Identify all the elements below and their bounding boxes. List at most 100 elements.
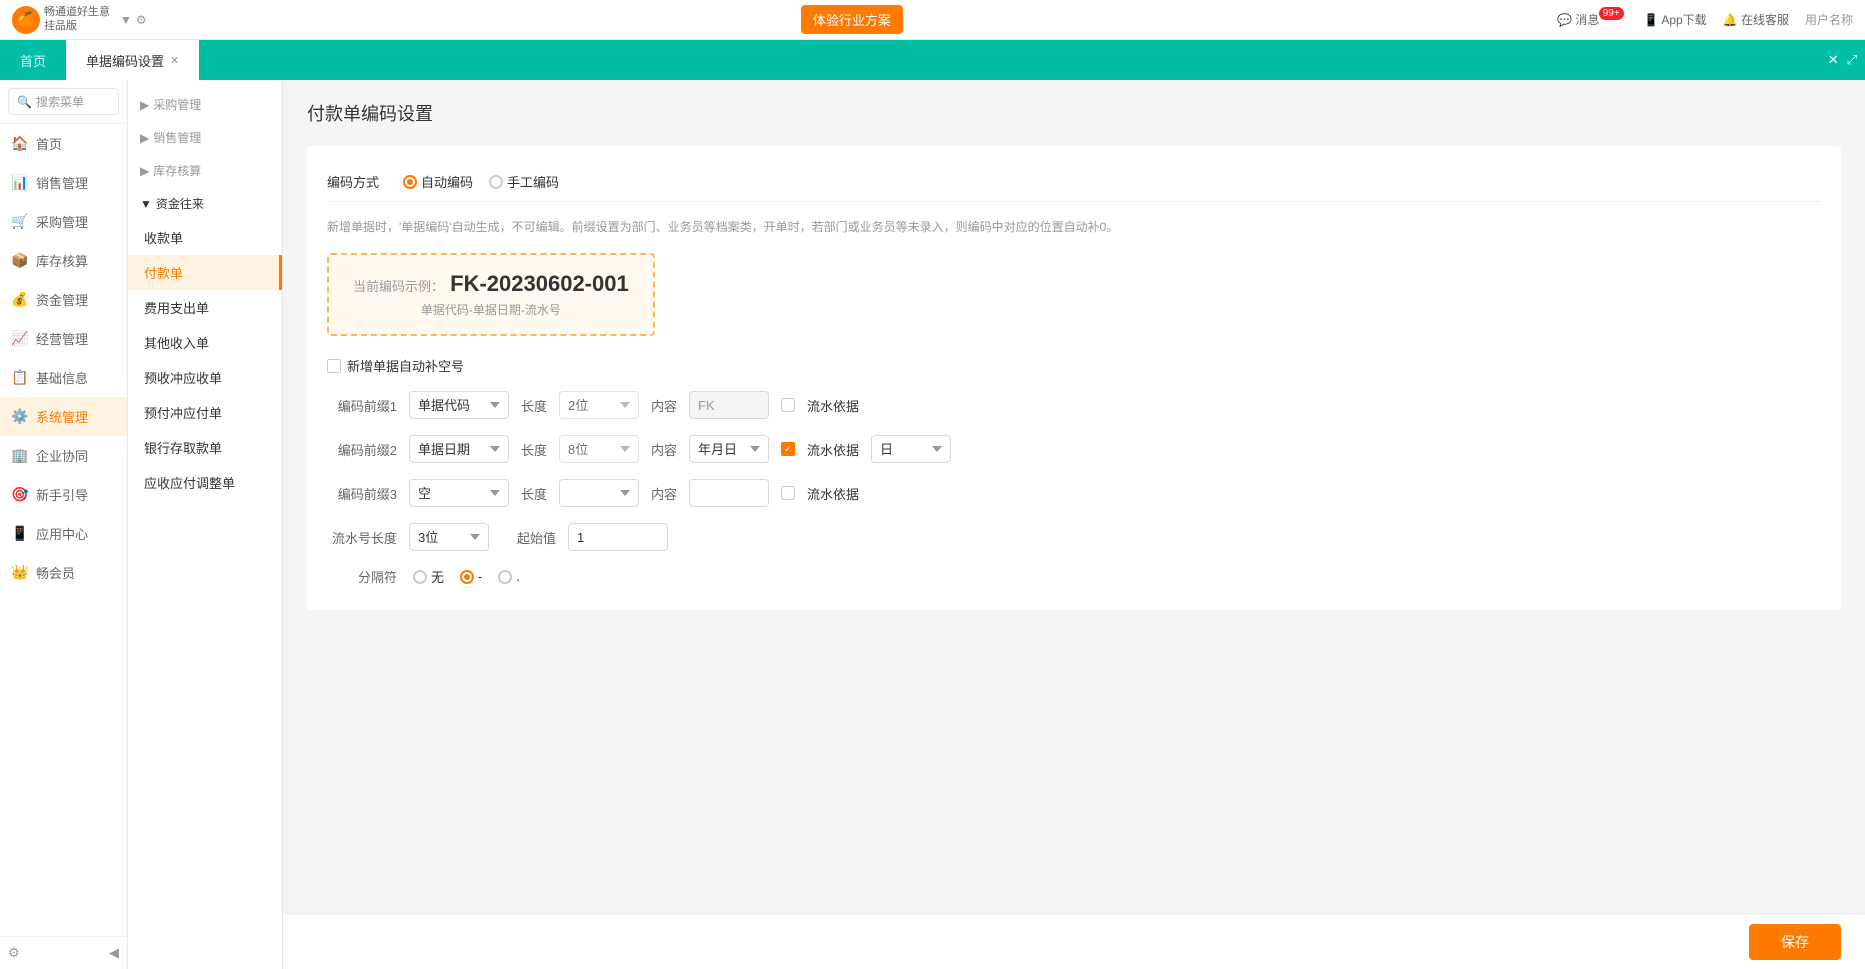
prefix3-length-select[interactable] <box>559 479 639 507</box>
auto-fill-checkbox[interactable] <box>327 359 341 373</box>
tab-home[interactable]: 首页 <box>0 40 66 80</box>
manual-encode-radio[interactable] <box>489 175 503 189</box>
content-footer: 保存 <box>283 913 1865 969</box>
serial-row: 流水号长度 3位 起始值 <box>327 523 1821 551</box>
prefix2-serial-label: 流水依据 <box>807 440 859 459</box>
nav-tab-controls: ✕ ⤢ <box>1828 52 1865 68</box>
sidebar-item-finance[interactable]: 💰 资金管理 <box>0 280 127 319</box>
prefix2-content-label: 内容 <box>651 440 677 459</box>
sidebar-item-basic-info[interactable]: 📋 基础信息 <box>0 358 127 397</box>
sidebar-bottom: ⚙ ◀ <box>0 936 127 969</box>
prefix2-period-select[interactable]: 日 <box>871 435 951 463</box>
sep-dash-radio[interactable] <box>460 570 474 584</box>
sidebar-item-member[interactable]: 👑 畅会员 <box>0 553 127 592</box>
minimize-icon[interactable]: ✕ <box>1828 52 1839 68</box>
prefix3-length-label: 长度 <box>521 484 547 503</box>
sidebar-item-enterprise[interactable]: 🏢 企业协同 <box>0 436 127 475</box>
prefix2-length-select[interactable]: 8位 <box>559 435 639 463</box>
prefix1-select[interactable]: 单据代码 <box>409 391 509 419</box>
sidebar-expense[interactable]: 费用支出单 <box>128 290 282 325</box>
sidebar-item-inventory[interactable]: 📦 库存核算 <box>0 241 127 280</box>
search-menu-btn[interactable]: 🔍 搜索菜单 <box>8 88 119 115</box>
operations-icon: 📈 <box>12 331 28 347</box>
info-text: 新增单据时，'单据编码'自动生成，不可编辑。前缀设置为部门、业务员等档案类，开单… <box>327 218 1821 237</box>
sidebar-settings-icon[interactable]: ⚙ <box>8 945 20 961</box>
sidebar-item-operations[interactable]: 📈 经营管理 <box>0 319 127 358</box>
chevron-down-icon: ▼ <box>140 197 152 211</box>
sidebar-other-income[interactable]: 其他收入单 <box>128 325 282 360</box>
start-value-label: 起始值 <box>517 528 556 547</box>
sidebar-ap-adjustment[interactable]: 应收应付调整单 <box>128 465 282 500</box>
save-button[interactable]: 保存 <box>1749 924 1841 960</box>
encoding-method-label: 编码方式 <box>327 172 379 191</box>
prefix2-content-select[interactable]: 年月日 <box>689 435 769 463</box>
sep-none-option[interactable]: 无 <box>413 567 444 586</box>
auto-encode-radio[interactable] <box>403 175 417 189</box>
purchase-icon: 🛒 <box>12 214 28 230</box>
sidebar-item-guide[interactable]: 🎯 新手引导 <box>0 475 127 514</box>
online-service-link[interactable]: 🔔 在线客服 <box>1723 11 1789 28</box>
message-link[interactable]: 💬 消息 99+ <box>1557 11 1628 28</box>
app-download-link[interactable]: 📱 App下载 <box>1644 11 1707 28</box>
basic-info-icon: 📋 <box>12 370 28 386</box>
user-name[interactable]: 用户名称 <box>1805 11 1853 28</box>
sidebar: 🔍 搜索菜单 🏠 首页 📊 销售管理 🛒 采购管理 📦 库存核算 💰 <box>0 80 128 969</box>
auto-encode-option[interactable]: 自动编码 <box>403 172 473 191</box>
preview-code: 当前编码示例： FK-20230602-001 <box>353 271 629 297</box>
breadcrumb: ▼ ⚙ <box>120 13 147 27</box>
maximize-icon[interactable]: ⤢ <box>1847 52 1857 68</box>
experience-btn[interactable]: 体验行业方案 <box>801 5 903 34</box>
tab-encoding[interactable]: 单据编码设置 ✕ <box>66 40 199 80</box>
separator-label: 分隔符 <box>327 567 397 586</box>
sep-dash-option[interactable]: - <box>460 569 482 584</box>
sep-none-radio[interactable] <box>413 570 427 584</box>
sidebar-item-system[interactable]: ⚙️ 系统管理 <box>0 397 127 436</box>
main-layout: 🔍 搜索菜单 🏠 首页 📊 销售管理 🛒 采购管理 📦 库存核算 💰 <box>0 80 1865 969</box>
tab-close-icon[interactable]: ✕ <box>170 54 179 67</box>
prefix1-content-input[interactable] <box>689 391 769 419</box>
prefix1-row: 编码前缀1 单据代码 长度 2位 内容 流水依据 <box>327 391 1821 419</box>
serial-length-select[interactable]: 3位 <box>409 523 489 551</box>
sep-dot-option[interactable]: . <box>498 569 520 584</box>
app-center-icon: 📱 <box>12 526 28 542</box>
sidebar-advance-receivable[interactable]: 预收冲应收单 <box>128 360 282 395</box>
manual-encode-option[interactable]: 手工编码 <box>489 172 559 191</box>
guide-icon: 🎯 <box>12 487 28 503</box>
sidebar-item-home[interactable]: 🏠 首页 <box>0 124 127 163</box>
top-bar: 🍊 畅通道好生意 挂品版 ▼ ⚙ 体验行业方案 💬 消息 99+ 📱 App下载… <box>0 0 1865 40</box>
group-inventory[interactable]: ▶ 库存核算 <box>128 154 282 187</box>
prefix3-content-label: 内容 <box>651 484 677 503</box>
sidebar-advance-payable[interactable]: 预付冲应付单 <box>128 395 282 430</box>
sales-icon: 📊 <box>12 175 28 191</box>
settings-panel: 编码方式 自动编码 手工编码 新增单据时，'单据编码'自动生成，不可编辑。前缀设… <box>307 146 1841 610</box>
sidebar-item-sales[interactable]: 📊 销售管理 <box>0 163 127 202</box>
prefix3-select[interactable]: 空 <box>409 479 509 507</box>
separator-row: 分隔符 无 - . <box>327 567 1821 586</box>
prefix2-select[interactable]: 单据日期 <box>409 435 509 463</box>
content-area: 付款单编码设置 编码方式 自动编码 手工编码 <box>283 80 1865 969</box>
prefix2-serial-checkbox[interactable]: ✓ <box>781 442 795 456</box>
prefix3-serial-checkbox[interactable] <box>781 486 795 500</box>
sidebar-search-area: 🔍 搜索菜单 <box>0 80 127 124</box>
group-capital[interactable]: ▼ 资金往来 <box>128 187 282 220</box>
sidebar-item-purchase[interactable]: 🛒 采购管理 <box>0 202 127 241</box>
sep-dot-radio[interactable] <box>498 570 512 584</box>
prefix3-content-input[interactable] <box>689 479 769 507</box>
group-purchase[interactable]: ▶ 采购管理 <box>128 88 282 121</box>
sidebar-collapse-icon[interactable]: ◀ <box>109 945 119 961</box>
search-icon: 🔍 <box>17 95 32 109</box>
sidebar-item-app-center[interactable]: 📱 应用中心 <box>0 514 127 553</box>
sidebar-receipt[interactable]: 收款单 <box>128 220 282 255</box>
sidebar-payment[interactable]: 付款单 <box>128 255 282 290</box>
settings-icon[interactable]: ⚙ <box>136 13 147 27</box>
encoding-method-row: 编码方式 自动编码 手工编码 <box>327 162 1821 202</box>
top-bar-right: 💬 消息 99+ 📱 App下载 🔔 在线客服 用户名称 <box>1557 11 1853 28</box>
group-sales[interactable]: ▶ 销售管理 <box>128 121 282 154</box>
start-value-input[interactable] <box>568 523 668 551</box>
home-icon: 🏠 <box>12 136 28 152</box>
top-bar-left: 🍊 畅通道好生意 挂品版 ▼ ⚙ <box>12 4 147 36</box>
page-title: 付款单编码设置 <box>307 100 1841 126</box>
prefix1-length-select[interactable]: 2位 <box>559 391 639 419</box>
sidebar-bank-deposit[interactable]: 银行存取款单 <box>128 430 282 465</box>
prefix1-serial-checkbox[interactable] <box>781 398 795 412</box>
